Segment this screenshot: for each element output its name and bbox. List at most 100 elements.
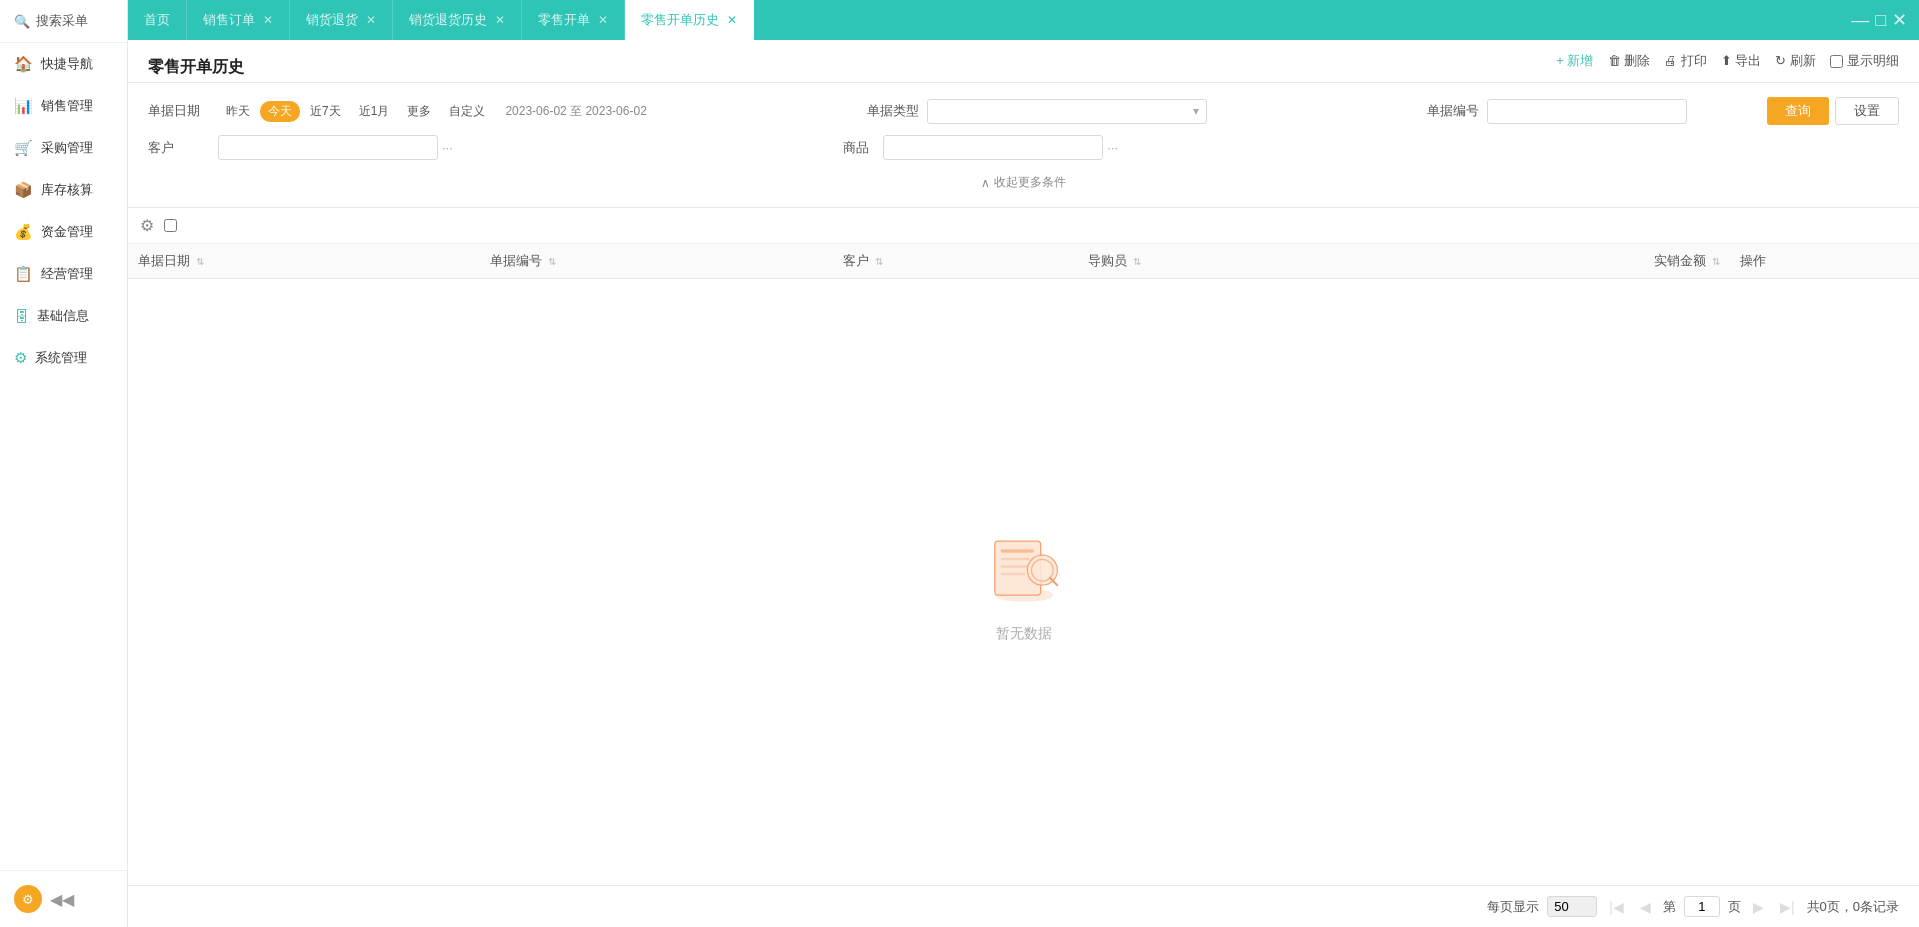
sidebar-item-sys-mgmt[interactable]: ⚙ 系统管理 xyxy=(0,337,127,379)
page-header: 零售开单历史 + 新增 🗑 删除 🖨 打印 ⬆ 导出 ↻ 刷新 显示明细 xyxy=(128,40,1919,83)
tab-sales-return-history-close[interactable]: ✕ xyxy=(495,13,505,27)
collapse-more-button[interactable]: ∧ 收起更多条件 xyxy=(981,174,1066,191)
filter-row-2: 客户 ··· 商品 ··· xyxy=(148,135,1899,160)
col-number-sort[interactable]: ⇅ xyxy=(548,256,556,267)
sidebar-item-operations[interactable]: 📋 经营管理 xyxy=(0,253,127,295)
empty-state: 暂无数据 xyxy=(128,279,1919,885)
tab-bar: 首页 销售订单 ✕ 销货退货 ✕ 销货退货历史 ✕ 零售开单 ✕ 零售开单历史 … xyxy=(128,0,1919,40)
clipboard-icon: 📋 xyxy=(14,265,33,283)
query-button[interactable]: 查询 xyxy=(1767,97,1829,125)
collapse-arrow-icon: ∧ xyxy=(981,176,990,190)
page-first-button[interactable]: |◀ xyxy=(1605,897,1628,917)
delete-button[interactable]: 🗑 删除 xyxy=(1608,52,1651,70)
total-text: 共0页，0条记录 xyxy=(1807,898,1899,916)
tab-home-label: 首页 xyxy=(144,11,170,29)
col-guide: 导购员 ⇅ xyxy=(1078,244,1377,279)
sidebar-item-base-info[interactable]: 🗄 基础信息 xyxy=(0,295,127,337)
goods-filter-label: 商品 xyxy=(843,139,883,157)
sidebar-item-label: 资金管理 xyxy=(41,223,93,241)
date-btn-today[interactable]: 今天 xyxy=(260,101,300,122)
svg-rect-2 xyxy=(1000,549,1033,552)
tab-retail-history[interactable]: 零售开单历史 ✕ xyxy=(625,0,754,40)
number-filter-input[interactable] xyxy=(1487,99,1687,124)
date-btn-7days[interactable]: 近7天 xyxy=(302,101,349,122)
col-customer-sort[interactable]: ⇅ xyxy=(875,256,883,267)
col-date-sort[interactable]: ⇅ xyxy=(196,256,204,267)
type-select[interactable] xyxy=(927,99,1207,124)
date-btn-yesterday[interactable]: 昨天 xyxy=(218,101,258,122)
close-button[interactable]: ✕ xyxy=(1892,9,1907,31)
settings-button[interactable]: ⚙ xyxy=(14,885,42,913)
print-button[interactable]: 🖨 打印 xyxy=(1664,52,1707,70)
table-head: 单据日期 ⇅ 单据编号 ⇅ 客户 ⇅ 导购员 ⇅ xyxy=(128,244,1919,279)
date-btn-custom[interactable]: 自定义 xyxy=(441,101,493,122)
gear-icon: ⚙ xyxy=(14,349,27,367)
select-all-checkbox[interactable] xyxy=(164,219,177,232)
date-range-display: 2023-06-02 至 2023-06-02 xyxy=(505,103,646,120)
tab-retail-open[interactable]: 零售开单 ✕ xyxy=(522,0,625,40)
sidebar-item-finance[interactable]: 💰 资金管理 xyxy=(0,211,127,253)
page-prev-button[interactable]: ◀ xyxy=(1636,897,1655,917)
sidebar-item-label: 快捷导航 xyxy=(41,55,93,73)
db-icon: 🗄 xyxy=(14,308,29,325)
tab-sales-order[interactable]: 销售订单 ✕ xyxy=(187,0,290,40)
page-last-button[interactable]: ▶| xyxy=(1776,897,1799,917)
per-page-select[interactable]: 50 100 200 xyxy=(1547,896,1597,917)
table-header-row: 单据日期 ⇅ 单据编号 ⇅ 客户 ⇅ 导购员 ⇅ xyxy=(128,244,1919,279)
tab-sales-return-close[interactable]: ✕ xyxy=(366,13,376,27)
pagination-bar: 每页显示 50 100 200 |◀ ◀ 第 页 ▶ ▶| 共0页，0条记录 xyxy=(128,885,1919,927)
maximize-button[interactable]: □ xyxy=(1875,10,1886,31)
customer-filter-input[interactable] xyxy=(218,135,438,160)
show-detail-checkbox[interactable] xyxy=(1830,55,1843,68)
export-button[interactable]: ⬆ 导出 xyxy=(1721,52,1762,70)
date-btn-1month[interactable]: 近1月 xyxy=(351,101,398,122)
customer-dots: ··· xyxy=(442,140,453,155)
table-area: ⚙ 单据日期 ⇅ 单据编号 ⇅ xyxy=(128,208,1919,885)
sidebar-item-sales-mgmt[interactable]: 📊 销售管理 xyxy=(0,85,127,127)
type-select-wrap: ▾ xyxy=(927,99,1207,124)
collapse-sidebar-button[interactable]: ◀◀ xyxy=(50,890,74,909)
tab-sales-return-history[interactable]: 销货退货历史 ✕ xyxy=(393,0,522,40)
collapse-row: ∧ 收起更多条件 xyxy=(148,170,1899,193)
page-input[interactable] xyxy=(1684,896,1720,917)
money-icon: 💰 xyxy=(14,223,33,241)
sidebar-item-quick-nav[interactable]: 🏠 快捷导航 xyxy=(0,43,127,85)
col-date: 单据日期 ⇅ xyxy=(128,244,480,279)
date-btn-more[interactable]: 更多 xyxy=(399,101,439,122)
tab-sales-order-close[interactable]: ✕ xyxy=(263,13,273,27)
sidebar-item-label: 系统管理 xyxy=(35,349,87,367)
sidebar-item-label: 基础信息 xyxy=(37,307,89,325)
empty-icon xyxy=(974,521,1074,611)
page-next-button[interactable]: ▶ xyxy=(1749,897,1768,917)
chart-icon: 📊 xyxy=(14,97,33,115)
col-customer: 客户 ⇅ xyxy=(833,244,1078,279)
tab-retail-history-close[interactable]: ✕ xyxy=(727,13,737,27)
add-button[interactable]: + 新增 xyxy=(1556,52,1593,70)
col-amount-sort[interactable]: ⇅ xyxy=(1712,256,1720,267)
minimize-button[interactable]: — xyxy=(1851,10,1869,31)
page-unit: 页 xyxy=(1728,898,1741,916)
search-icon: 🔍 xyxy=(14,14,30,29)
tab-retail-open-label: 零售开单 xyxy=(538,11,590,29)
sidebar-item-purchase-mgmt[interactable]: 🛒 采购管理 xyxy=(0,127,127,169)
tab-home[interactable]: 首页 xyxy=(128,0,187,40)
goods-dots: ··· xyxy=(1107,140,1118,155)
tab-retail-open-close[interactable]: ✕ xyxy=(598,13,608,27)
main-area: 首页 销售订单 ✕ 销货退货 ✕ 销货退货历史 ✕ 零售开单 ✕ 零售开单历史 … xyxy=(128,0,1919,927)
cart-icon: 🛒 xyxy=(14,139,33,157)
filter-row-1: 单据日期 昨天 今天 近7天 近1月 更多 自定义 2023-06-02 至 2… xyxy=(148,97,1899,125)
per-page-label: 每页显示 xyxy=(1487,898,1539,916)
tab-sales-return[interactable]: 销货退货 ✕ xyxy=(290,0,393,40)
type-filter-label: 单据类型 xyxy=(867,102,927,120)
setting-button[interactable]: 设置 xyxy=(1835,97,1899,125)
sidebar-search[interactable]: 🔍 搜索采单 xyxy=(0,0,127,43)
sidebar-search-label: 搜索采单 xyxy=(36,12,88,30)
number-filter-label: 单据编号 xyxy=(1427,102,1487,120)
table-settings-button[interactable]: ⚙ xyxy=(140,216,154,235)
sidebar-item-inventory[interactable]: 📦 库存核算 xyxy=(0,169,127,211)
refresh-button[interactable]: ↻ 刷新 xyxy=(1775,52,1816,70)
show-detail-toggle[interactable]: 显示明细 xyxy=(1830,52,1899,70)
col-guide-sort[interactable]: ⇅ xyxy=(1133,256,1141,267)
goods-filter-input[interactable] xyxy=(883,135,1103,160)
tab-sales-return-label: 销货退货 xyxy=(306,11,358,29)
